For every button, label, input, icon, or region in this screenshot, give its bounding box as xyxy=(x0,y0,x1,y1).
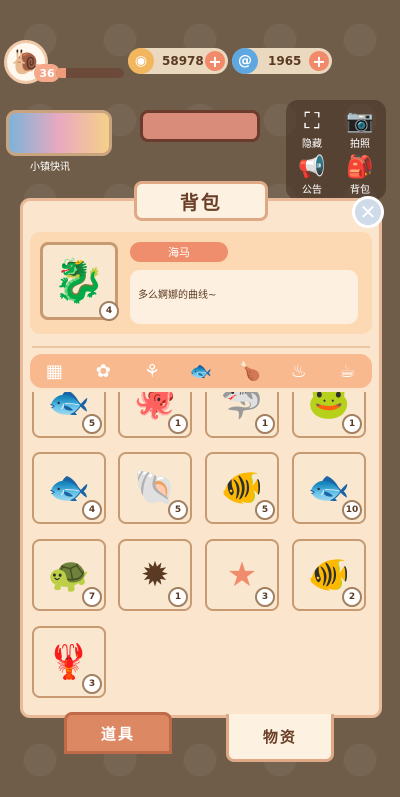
panel-divider xyxy=(32,346,370,348)
item-slot-octopus[interactable]: 🐙 1 xyxy=(118,392,192,438)
blue-swirl-gem-icon: @ xyxy=(232,48,258,74)
item-count: 5 xyxy=(82,414,102,434)
category-seeds-tab[interactable]: ✿ xyxy=(88,357,118,385)
selected-item-description: 多么婀娜的曲线~ xyxy=(130,270,358,324)
category-plants-tab[interactable]: ⚘ xyxy=(137,357,167,385)
goldfish-icon: 🐠 xyxy=(220,468,264,508)
item-count: 1 xyxy=(168,587,188,607)
seahorse-icon: 🐉 xyxy=(52,256,106,305)
turtle-icon: 🐢 xyxy=(47,555,91,595)
fish-icon: 🐟 xyxy=(189,360,213,382)
item-slot-starfish[interactable]: ★ 3 xyxy=(205,539,279,611)
camera-button[interactable]: 📷 拍照 xyxy=(340,104,380,151)
meat-icon: 🍗 xyxy=(238,360,261,382)
item-count: 10 xyxy=(342,500,362,520)
side-menu: ⛶ 隐藏 📷 拍照 📢 公告 🎒 背包 xyxy=(286,100,386,200)
gem-amount: 1965 xyxy=(268,54,302,68)
item-slot-sea-urchin[interactable]: ✹ 1 xyxy=(118,539,192,611)
item-count: 1 xyxy=(255,414,275,434)
item-count: 3 xyxy=(82,674,102,694)
inventory-title: 背包 xyxy=(134,181,268,221)
announcement-icon: 📢 xyxy=(298,155,326,180)
item-slot-shark[interactable]: 🦈 1 xyxy=(205,392,279,438)
backpack-label: 背包 xyxy=(350,185,370,196)
item-slot-turtle[interactable]: 🐢 7 xyxy=(32,539,106,611)
seed-pack-icon: ✿ xyxy=(95,360,111,382)
announcement-button[interactable]: 📢 公告 xyxy=(292,150,332,197)
item-count: 3 xyxy=(255,587,275,607)
drink-cup-icon: ☕ xyxy=(339,360,356,382)
item-count: 5 xyxy=(255,500,275,520)
close-icon: ✕ xyxy=(359,200,377,224)
gold-coin-icon: ◉ xyxy=(128,48,154,74)
item-count: 4 xyxy=(82,500,102,520)
town-news-label: 小镇快讯 xyxy=(30,162,70,173)
add-gem-button[interactable]: + xyxy=(309,51,329,71)
item-count: 5 xyxy=(168,500,188,520)
event-banner[interactable] xyxy=(140,110,260,142)
selected-item-slot: 🐉 4 xyxy=(40,242,119,321)
category-all-tab[interactable]: ▦ xyxy=(39,357,69,385)
add-gold-button[interactable]: + xyxy=(205,51,225,71)
selected-item-count: 4 xyxy=(99,301,119,321)
item-slot-conch[interactable]: 🐚 5 xyxy=(118,452,192,524)
tab-tools[interactable]: 道具 xyxy=(64,712,172,754)
gold-amount: 58978 xyxy=(162,54,204,68)
selected-item-name: 海马 xyxy=(130,242,228,262)
gold-currency: ◉ 58978 + xyxy=(128,48,228,74)
category-fish-tab[interactable]: 🐟 xyxy=(186,357,216,385)
close-button[interactable]: ✕ xyxy=(352,196,384,228)
item-slot-betta[interactable]: 🐠 2 xyxy=(292,539,366,611)
sea-urchin-icon: ✹ xyxy=(140,555,170,595)
hide-label: 隐藏 xyxy=(302,139,322,150)
item-slot-frog[interactable]: 🐸 1 xyxy=(292,392,366,438)
item-slot-goldfish[interactable]: 🐠 5 xyxy=(205,452,279,524)
hide-button[interactable]: ⛶ 隐藏 xyxy=(292,104,332,151)
item-slot-crayfish[interactable]: 🦞 3 xyxy=(32,626,106,698)
camera-icon: 📷 xyxy=(346,109,374,134)
hide-icon: ⛶ xyxy=(304,109,320,134)
koi-icon: 🐟 xyxy=(307,468,351,508)
item-count: 1 xyxy=(168,414,188,434)
backpack-icon: 🎒 xyxy=(346,155,374,180)
starfish-icon: ★ xyxy=(226,555,258,595)
camera-label: 拍照 xyxy=(350,139,370,150)
town-news-banner[interactable] xyxy=(6,110,112,156)
tab-materials[interactable]: 物资 xyxy=(226,714,334,762)
backpack-button[interactable]: 🎒 背包 xyxy=(340,150,380,197)
xp-progress-bar xyxy=(56,68,124,78)
item-count: 1 xyxy=(342,414,362,434)
crayfish-icon: 🦞 xyxy=(47,642,91,682)
item-slot-flatfish[interactable]: 🐟 5 xyxy=(32,392,106,438)
inventory-grid: 🐟 5 🐙 1 🦈 1 🐸 1 🐟 4 🐚 5 🐠 5 🐟 10 🐢 7 ✹ 1… xyxy=(30,392,372,712)
grid-all-icon: ▦ xyxy=(45,360,63,382)
flying-fish-icon: 🐟 xyxy=(47,468,91,508)
xp-progress-fill xyxy=(56,68,67,78)
announcement-label: 公告 xyxy=(302,185,322,196)
branch-icon: ⚘ xyxy=(144,360,161,382)
item-count: 7 xyxy=(82,587,102,607)
category-tabs: ▦ ✿ ⚘ 🐟 🍗 ♨ ☕ xyxy=(30,354,372,388)
item-slot-flying-fish[interactable]: 🐟 4 xyxy=(32,452,106,524)
category-drinks-tab[interactable]: ☕ xyxy=(332,357,362,385)
soup-bowl-icon: ♨ xyxy=(290,360,307,382)
item-detail-card: 🐉 4 海马 多么婀娜的曲线~ xyxy=(30,232,372,334)
gem-currency: @ 1965 + xyxy=(232,48,332,74)
item-slot-koi[interactable]: 🐟 10 xyxy=(292,452,366,524)
item-count: 2 xyxy=(342,587,362,607)
conch-shell-icon: 🐚 xyxy=(133,468,177,508)
betta-fish-icon: 🐠 xyxy=(307,555,351,595)
category-meat-tab[interactable]: 🍗 xyxy=(235,357,265,385)
category-soup-tab[interactable]: ♨ xyxy=(284,357,314,385)
